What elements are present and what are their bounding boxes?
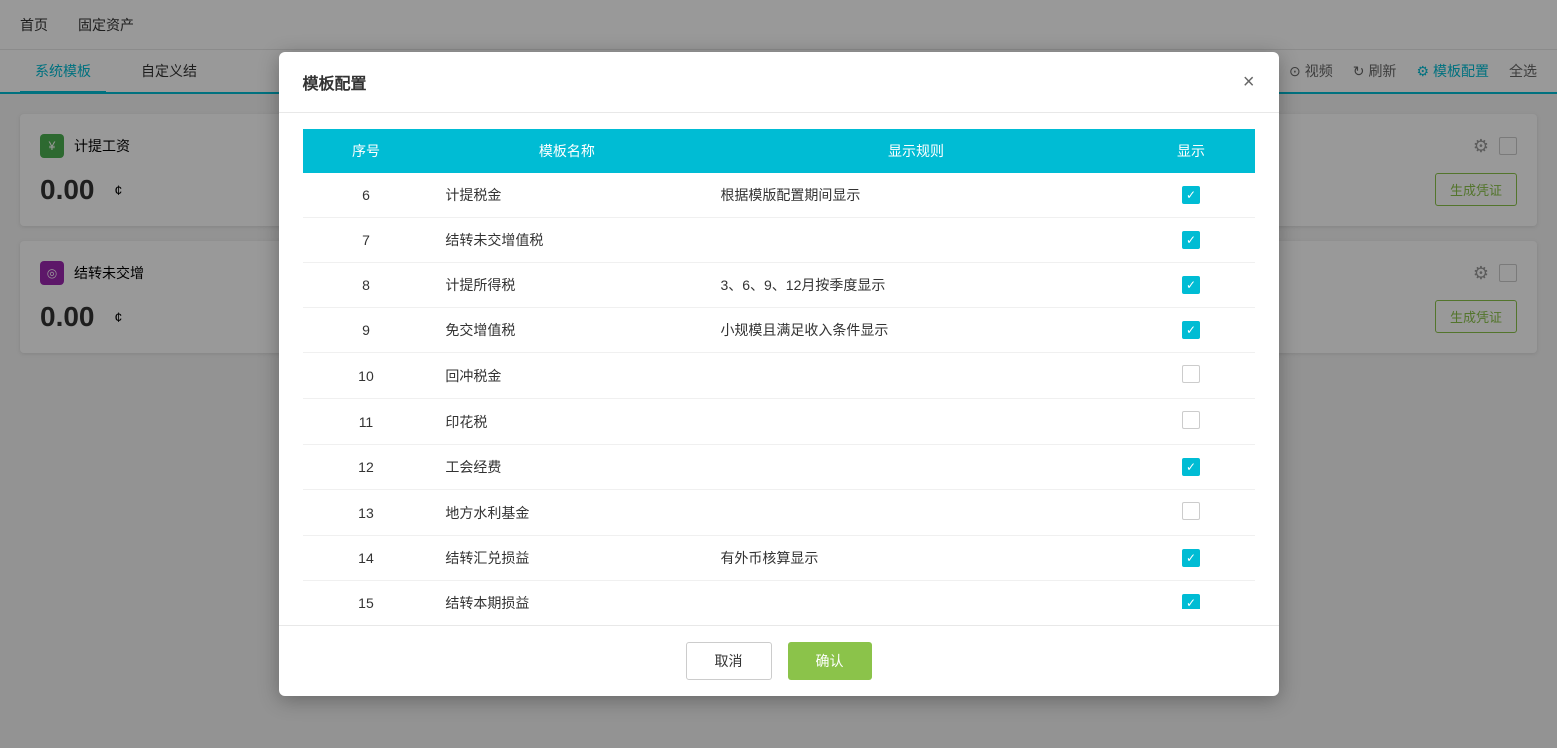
col-header-index: 序号 — [303, 129, 430, 173]
table-row: 11印花税 — [303, 399, 1255, 445]
row-index: 10 — [303, 353, 430, 399]
row-name: 地方水利基金 — [429, 490, 704, 536]
modal-overlay: 模板配置 × 序号 模板名称 显示规则 显示 6 — [0, 0, 1557, 748]
table-body: 6计提税金根据模版配置期间显示✓7结转未交增值税✓8计提所得税3、6、9、12月… — [303, 173, 1255, 609]
modal-footer: 取消 确认 — [279, 625, 1279, 696]
modal-close-button[interactable]: × — [1243, 72, 1255, 92]
row-rule: 小规模且满足收入条件显示 — [704, 308, 1127, 353]
modal-body: 序号 模板名称 显示规则 显示 6计提税金根据模版配置期间显示✓7结转未交增值税… — [279, 113, 1279, 625]
row-name: 回冲税金 — [429, 353, 704, 399]
row-name: 印花税 — [429, 399, 704, 445]
row-checkbox[interactable]: ✓ — [1182, 458, 1200, 476]
table-row: 14结转汇兑损益有外币核算显示 ✓ — [303, 536, 1255, 581]
table-header: 序号 模板名称 显示规则 显示 — [303, 129, 1255, 173]
row-checkbox-cell: ✓ — [1128, 173, 1255, 218]
confirm-button[interactable]: 确认 — [788, 642, 872, 680]
col-header-name: 模板名称 — [429, 129, 704, 173]
row-checkbox[interactable]: ✓ — [1182, 321, 1200, 339]
row-index: 6 — [303, 173, 430, 218]
row-rule — [704, 445, 1127, 490]
row-checkbox[interactable]: ✓ — [1182, 186, 1200, 204]
table-row: 12工会经费 ✓ — [303, 445, 1255, 490]
row-checkbox-cell — [1128, 353, 1255, 399]
row-name: 结转汇兑损益 — [429, 536, 704, 581]
template-config-modal: 模板配置 × 序号 模板名称 显示规则 显示 6 — [279, 52, 1279, 696]
table-row: 15结转本期损益 ✓ — [303, 581, 1255, 610]
config-table: 序号 模板名称 显示规则 显示 6计提税金根据模版配置期间显示✓7结转未交增值税… — [303, 129, 1255, 609]
row-index: 9 — [303, 308, 430, 353]
row-checkbox-cell: ✓ — [1128, 445, 1255, 490]
row-rule: 根据模版配置期间显示 — [704, 173, 1127, 218]
table-row: 6计提税金根据模版配置期间显示 ✓ — [303, 173, 1255, 218]
row-checkbox-cell: ✓ — [1128, 536, 1255, 581]
row-rule — [704, 581, 1127, 610]
row-name: 计提所得税 — [429, 263, 704, 308]
table-row: 13地方水利基金 — [303, 490, 1255, 536]
row-checkbox-cell — [1128, 490, 1255, 536]
row-checkbox[interactable]: ✓ — [1182, 549, 1200, 567]
row-checkbox[interactable]: ✓ — [1182, 276, 1200, 294]
table-row: 10回冲税金 — [303, 353, 1255, 399]
row-index: 11 — [303, 399, 430, 445]
row-checkbox-cell: ✓ — [1128, 308, 1255, 353]
row-rule: 有外币核算显示 — [704, 536, 1127, 581]
table-row: 7结转未交增值税 ✓ — [303, 218, 1255, 263]
row-checkbox[interactable]: ✓ — [1182, 594, 1200, 609]
row-checkbox-cell: ✓ — [1128, 581, 1255, 610]
row-name: 免交增值税 — [429, 308, 704, 353]
row-checkbox-cell: ✓ — [1128, 218, 1255, 263]
row-checkbox-cell: ✓ — [1128, 263, 1255, 308]
table-row: 9免交增值税小规模且满足收入条件显示 ✓ — [303, 308, 1255, 353]
row-name: 结转未交增值税 — [429, 218, 704, 263]
col-header-display: 显示 — [1128, 129, 1255, 173]
row-checkbox[interactable] — [1182, 411, 1200, 429]
row-rule — [704, 353, 1127, 399]
row-rule — [704, 218, 1127, 263]
row-rule — [704, 399, 1127, 445]
row-index: 15 — [303, 581, 430, 610]
row-index: 8 — [303, 263, 430, 308]
row-checkbox-cell — [1128, 399, 1255, 445]
row-index: 14 — [303, 536, 430, 581]
row-index: 7 — [303, 218, 430, 263]
row-rule: 3、6、9、12月按季度显示 — [704, 263, 1127, 308]
row-checkbox[interactable] — [1182, 365, 1200, 383]
row-name: 结转本期损益 — [429, 581, 704, 610]
row-name: 计提税金 — [429, 173, 704, 218]
col-header-rule: 显示规则 — [704, 129, 1127, 173]
table-row: 8计提所得税3、6、9、12月按季度显示 ✓ — [303, 263, 1255, 308]
row-name: 工会经费 — [429, 445, 704, 490]
row-rule — [704, 490, 1127, 536]
table-scroll-area[interactable]: 序号 模板名称 显示规则 显示 6计提税金根据模版配置期间显示✓7结转未交增值税… — [303, 129, 1255, 609]
row-checkbox[interactable]: ✓ — [1182, 231, 1200, 249]
modal-header: 模板配置 × — [279, 52, 1279, 113]
cancel-button[interactable]: 取消 — [686, 642, 772, 680]
row-index: 13 — [303, 490, 430, 536]
row-checkbox[interactable] — [1182, 502, 1200, 520]
modal-title: 模板配置 — [303, 70, 367, 94]
row-index: 12 — [303, 445, 430, 490]
